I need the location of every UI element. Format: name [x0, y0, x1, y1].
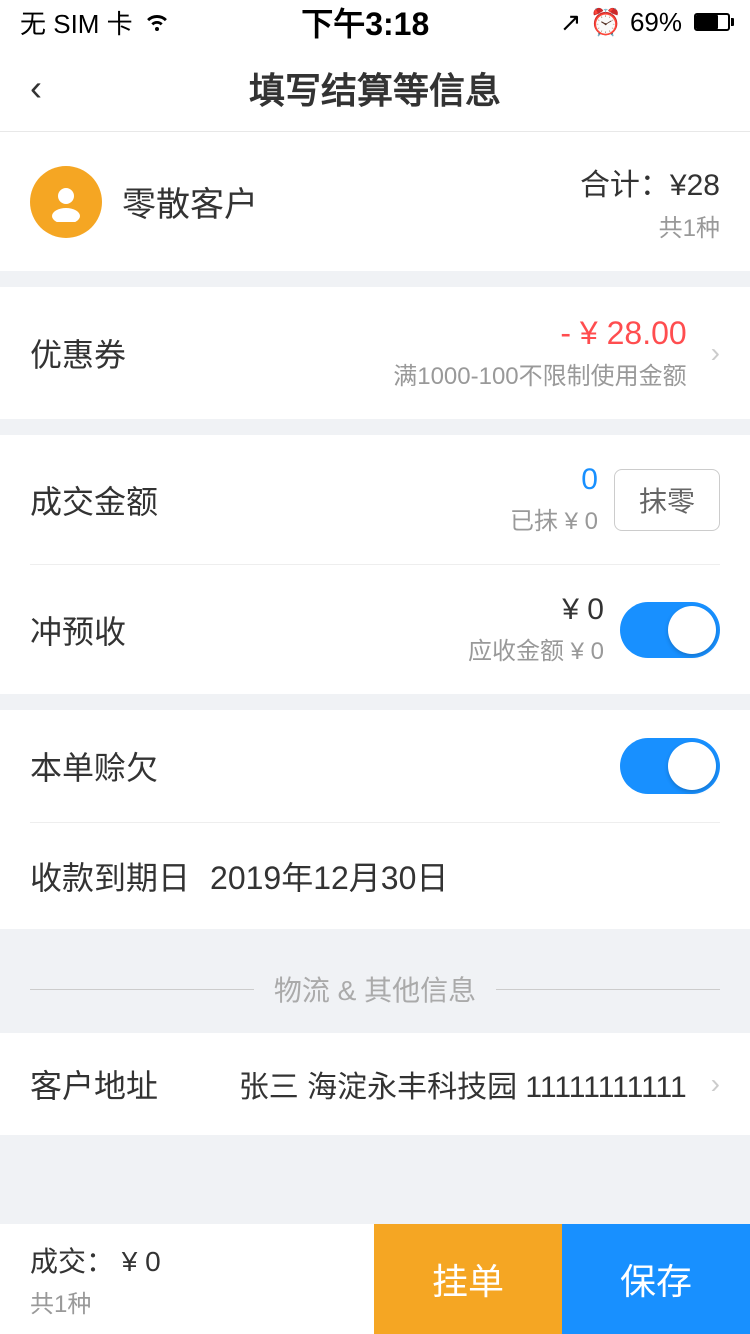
deal-amount-row: 成交金额 0 已抹 ¥ 0 抹零	[0, 435, 750, 564]
battery-fill	[696, 15, 718, 29]
due-date-row: 收款到期日 2019年12月30日	[0, 823, 750, 929]
prepay-value: ¥ 0	[562, 593, 604, 627]
status-right: ↗ ⏰ 69%	[560, 7, 730, 38]
address-section: 客户地址 张三 海淀永丰科技园 11111111111 ›	[0, 1033, 750, 1135]
customer-right: 合计：¥28 共1种	[580, 160, 720, 243]
nav-bar: ‹ 填写结算等信息	[0, 44, 750, 132]
address-arrow: ›	[711, 1068, 720, 1100]
address-value: 张三 海淀永丰科技园 11111111111	[239, 1062, 687, 1106]
customer-name: 零散客户	[122, 177, 258, 226]
coupon-row[interactable]: 优惠券 - ¥ 28.00 满1000-100不限制使用金额 ›	[0, 287, 750, 419]
coupon-subtext: 满1000-100不限制使用金额	[393, 356, 686, 391]
battery-icon	[694, 13, 730, 31]
bottom-deal-value: ¥ 0	[122, 1246, 161, 1277]
customer-count: 共1种	[580, 208, 720, 243]
due-date-value: 2019年12月30日	[210, 853, 448, 899]
deal-amount-value: 0	[581, 463, 598, 497]
save-button[interactable]: 保存	[562, 1224, 750, 1334]
address-label: 客户地址	[30, 1061, 158, 1107]
wifi-icon	[143, 7, 171, 38]
arrears-toggle[interactable]	[620, 738, 720, 794]
battery-percent: 69%	[630, 7, 682, 38]
deal-amount-right: 0 已抹 ¥ 0 抹零	[510, 463, 720, 536]
bottom-bar: 成交： ¥ 0 共1种 挂单 保存	[0, 1224, 750, 1334]
prepay-toggle[interactable]	[620, 602, 720, 658]
status-time: 下午3:18	[301, 0, 429, 45]
deal-amount-values: 0 已抹 ¥ 0	[510, 463, 598, 536]
address-row[interactable]: 客户地址 张三 海淀永丰科技园 11111111111 ›	[0, 1033, 750, 1135]
prepay-label: 冲预收	[30, 607, 126, 653]
arrears-row: 本单赊欠	[0, 710, 750, 822]
no-sim-text: 无 SIM 卡	[20, 4, 133, 41]
arrears-right	[620, 738, 720, 794]
page-title: 填写结算等信息	[249, 62, 501, 114]
status-left: 无 SIM 卡	[20, 4, 171, 41]
back-button[interactable]: ‹	[30, 67, 42, 109]
prepay-row: 冲预收 ¥ 0 应收金额 ¥ 0	[0, 565, 750, 694]
due-date-label: 收款到期日	[30, 853, 190, 899]
bottom-count: 共1种	[30, 1284, 344, 1319]
customer-row: 零散客户 合计：¥28 共1种	[0, 132, 750, 271]
coupon-right: - ¥ 28.00 满1000-100不限制使用金额 ›	[393, 315, 720, 391]
arrears-section: 本单赊欠 收款到期日 2019年12月30日	[0, 710, 750, 929]
coupon-discount: - ¥ 28.00	[560, 315, 686, 352]
deal-prepay-section: 成交金额 0 已抹 ¥ 0 抹零 冲预收 ¥ 0 应收金额 ¥ 0	[0, 435, 750, 694]
customer-total: 合计：¥28	[580, 160, 720, 204]
logistics-divider: 物流 & 其他信息	[0, 945, 750, 1033]
due-date-content: 收款到期日 2019年12月30日	[30, 853, 720, 899]
location-icon: ↗	[560, 7, 582, 38]
address-right: 张三 海淀永丰科技园 11111111111 ›	[239, 1062, 720, 1106]
coupon-section: 优惠券 - ¥ 28.00 满1000-100不限制使用金额 ›	[0, 287, 750, 419]
prepay-values: ¥ 0 应收金额 ¥ 0	[468, 593, 604, 666]
content: 零散客户 合计：¥28 共1种 优惠券 - ¥ 28.00 满1000-100不…	[0, 132, 750, 1271]
coupon-arrow: ›	[711, 337, 720, 369]
coupon-label: 优惠券	[30, 330, 126, 376]
logistics-label: 物流 & 其他信息	[274, 969, 476, 1009]
logistics-line-left	[30, 989, 254, 990]
coupon-values: - ¥ 28.00 满1000-100不限制使用金额	[393, 315, 686, 391]
round-zero-button[interactable]: 抹零	[614, 469, 720, 531]
deal-amount-subtext: 已抹 ¥ 0	[510, 501, 598, 536]
prepay-subtext: 应收金额 ¥ 0	[468, 631, 604, 666]
deal-amount-label: 成交金额	[30, 477, 158, 523]
bottom-deal-row: 成交： ¥ 0	[30, 1240, 344, 1280]
arrears-label: 本单赊欠	[30, 743, 158, 789]
prepay-right: ¥ 0 应收金额 ¥ 0	[468, 593, 720, 666]
customer-section: 零散客户 合计：¥28 共1种	[0, 132, 750, 271]
hang-button[interactable]: 挂单	[374, 1224, 562, 1334]
customer-avatar	[30, 166, 102, 238]
bottom-deal-label: 成交：	[30, 1246, 114, 1277]
arrears-toggle-knob	[668, 742, 716, 790]
status-bar: 无 SIM 卡 下午3:18 ↗ ⏰ 69%	[0, 0, 750, 44]
customer-left: 零散客户	[30, 166, 258, 238]
bottom-info: 成交： ¥ 0 共1种	[0, 1240, 374, 1319]
logistics-line-right	[496, 989, 720, 990]
alarm-icon: ⏰	[590, 7, 622, 38]
prepay-toggle-knob	[668, 606, 716, 654]
